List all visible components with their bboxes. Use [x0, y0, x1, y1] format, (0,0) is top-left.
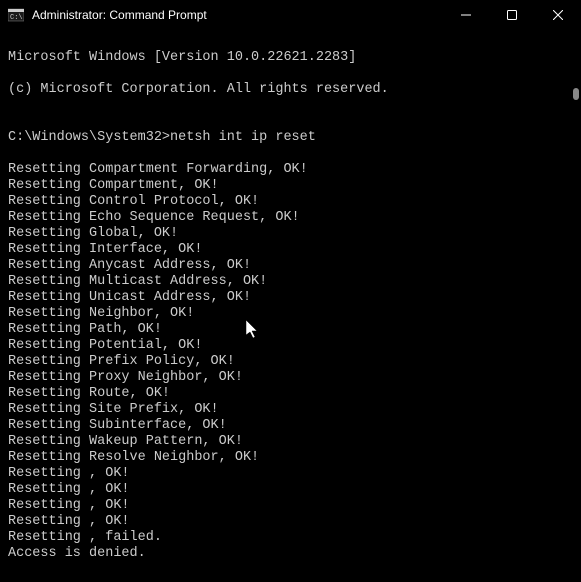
copyright-line: (c) Microsoft Corporation. All rights re… — [8, 82, 573, 98]
output-line: Resetting Compartment, OK! — [8, 178, 573, 194]
output-line: Resetting Echo Sequence Request, OK! — [8, 210, 573, 226]
minimize-button[interactable] — [443, 0, 489, 30]
version-line: Microsoft Windows [Version 10.0.22621.22… — [8, 50, 573, 66]
window-title: Administrator: Command Prompt — [32, 8, 443, 22]
cmd-icon: C:\ — [8, 7, 24, 23]
window-controls — [443, 0, 581, 30]
close-button[interactable] — [535, 0, 581, 30]
scrollbar-track[interactable] — [567, 30, 581, 512]
output-line: Resetting Interface, OK! — [8, 242, 573, 258]
output-line: Resetting Prefix Policy, OK! — [8, 354, 573, 370]
prompt-line: C:\Windows\System32>netsh int ip reset — [8, 130, 573, 146]
command-text: netsh int ip reset — [170, 130, 316, 145]
prompt: C:\Windows\System32> — [8, 130, 170, 145]
output-line: Resetting Subinterface, OK! — [8, 418, 573, 434]
output-line: Resetting Global, OK! — [8, 226, 573, 242]
maximize-button[interactable] — [489, 0, 535, 30]
output-line: Resetting Resolve Neighbor, OK! — [8, 450, 573, 466]
output-line: Resetting , OK! — [8, 482, 573, 498]
scrollbar-thumb[interactable] — [573, 88, 579, 100]
output-line: Resetting Path, OK! — [8, 322, 573, 338]
output-line: Resetting Anycast Address, OK! — [8, 258, 573, 274]
output-line: Resetting Unicast Address, OK! — [8, 290, 573, 306]
output-line: Resetting , OK! — [8, 514, 573, 530]
output-line: Resetting Multicast Address, OK! — [8, 274, 573, 290]
output-line: Resetting Compartment Forwarding, OK! — [8, 162, 573, 178]
output-lines: Resetting Compartment Forwarding, OK!Res… — [8, 162, 573, 562]
output-line: Resetting Neighbor, OK! — [8, 306, 573, 322]
output-line: Access is denied. — [8, 546, 573, 562]
svg-text:C:\: C:\ — [10, 14, 23, 22]
output-line: Resetting Wakeup Pattern, OK! — [8, 434, 573, 450]
output-line: Resetting Site Prefix, OK! — [8, 402, 573, 418]
output-line: Resetting , failed. — [8, 530, 573, 546]
output-line: Resetting Control Protocol, OK! — [8, 194, 573, 210]
window-titlebar: C:\ Administrator: Command Prompt — [0, 0, 581, 30]
output-line: Resetting Potential, OK! — [8, 338, 573, 354]
terminal-output[interactable]: Microsoft Windows [Version 10.0.22621.22… — [0, 30, 581, 582]
output-line: Resetting Route, OK! — [8, 386, 573, 402]
output-line: Resetting , OK! — [8, 466, 573, 482]
output-line: Resetting Proxy Neighbor, OK! — [8, 370, 573, 386]
